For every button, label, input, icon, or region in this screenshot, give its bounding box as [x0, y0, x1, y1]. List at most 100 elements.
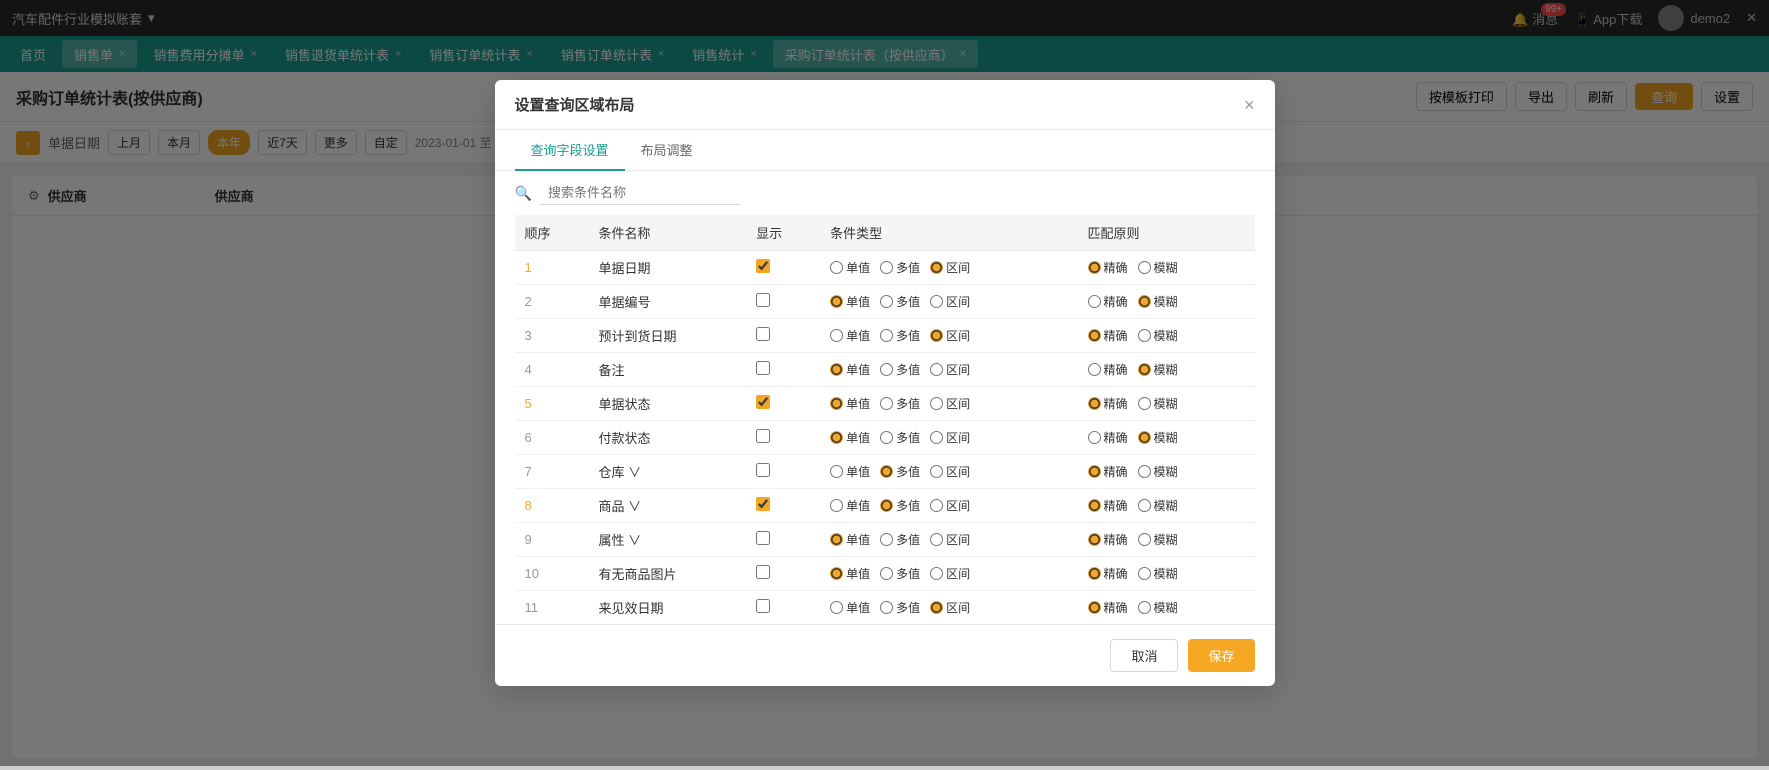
type-option-单值[interactable]: 单值: [830, 293, 870, 310]
row-type: 单值多值区间: [820, 523, 1077, 557]
table-row: 4备注单值多值区间精确模糊: [515, 353, 1255, 387]
match-option-模糊[interactable]: 模糊: [1138, 497, 1178, 514]
table-row: 8商品 ∨单值多值区间精确模糊: [515, 489, 1255, 523]
display-checkbox[interactable]: [756, 361, 770, 375]
match-option-模糊[interactable]: 模糊: [1138, 259, 1178, 276]
match-option-精确[interactable]: 精确: [1088, 565, 1128, 582]
type-option-区间[interactable]: 区间: [930, 395, 970, 412]
row-order: 5: [515, 387, 589, 421]
match-option-精确[interactable]: 精确: [1088, 497, 1128, 514]
match-option-模糊[interactable]: 模糊: [1138, 463, 1178, 480]
type-option-单值[interactable]: 单值: [830, 565, 870, 582]
match-option-模糊[interactable]: 模糊: [1138, 293, 1178, 310]
cancel-btn[interactable]: 取消: [1110, 639, 1178, 672]
type-option-单值[interactable]: 单值: [830, 429, 870, 446]
type-option-区间[interactable]: 区间: [930, 599, 970, 616]
type-option-区间[interactable]: 区间: [930, 259, 970, 276]
type-option-单值[interactable]: 单值: [830, 599, 870, 616]
row-order: 2: [515, 285, 589, 319]
row-type: 单值多值区间: [820, 591, 1077, 625]
modal-tab-layout[interactable]: 布局调整: [625, 130, 709, 171]
match-option-精确[interactable]: 精确: [1088, 361, 1128, 378]
display-checkbox[interactable]: [756, 259, 770, 273]
row-match: 精确模糊: [1078, 523, 1255, 557]
type-option-单值[interactable]: 单值: [830, 463, 870, 480]
type-option-区间[interactable]: 区间: [930, 293, 970, 310]
match-option-模糊[interactable]: 模糊: [1138, 599, 1178, 616]
type-option-多值[interactable]: 多值: [880, 395, 920, 412]
modal-tab-query-fields[interactable]: 查询字段设置: [515, 130, 625, 171]
row-type: 单值多值区间: [820, 557, 1077, 591]
type-option-区间[interactable]: 区间: [930, 361, 970, 378]
table-row: 5单据状态单值多值区间精确模糊: [515, 387, 1255, 421]
display-checkbox[interactable]: [756, 463, 770, 477]
th-order: 顺序: [515, 215, 589, 251]
match-option-精确[interactable]: 精确: [1088, 531, 1128, 548]
match-option-精确[interactable]: 精确: [1088, 599, 1128, 616]
match-option-模糊[interactable]: 模糊: [1138, 531, 1178, 548]
save-btn[interactable]: 保存: [1188, 639, 1254, 672]
match-option-精确[interactable]: 精确: [1088, 327, 1128, 344]
modal-footer: 取消 保存: [495, 624, 1275, 686]
table-row: 11来见效日期单值多值区间精确模糊: [515, 591, 1255, 625]
modal-search-area: 🔍: [495, 171, 1275, 215]
type-option-区间[interactable]: 区间: [930, 463, 970, 480]
type-option-多值[interactable]: 多值: [880, 293, 920, 310]
display-checkbox[interactable]: [756, 531, 770, 545]
type-option-多值[interactable]: 多值: [880, 565, 920, 582]
row-type: 单值多值区间: [820, 251, 1077, 285]
type-option-区间[interactable]: 区间: [930, 497, 970, 514]
row-type: 单值多值区间: [820, 489, 1077, 523]
type-option-单值[interactable]: 单值: [830, 327, 870, 344]
table-row: 10有无商品图片单值多值区间精确模糊: [515, 557, 1255, 591]
table-row: 9属性 ∨单值多值区间精确模糊: [515, 523, 1255, 557]
display-checkbox[interactable]: [756, 327, 770, 341]
row-display: [746, 489, 820, 523]
type-option-多值[interactable]: 多值: [880, 531, 920, 548]
type-option-区间[interactable]: 区间: [930, 429, 970, 446]
match-option-精确[interactable]: 精确: [1088, 293, 1128, 310]
type-option-区间[interactable]: 区间: [930, 531, 970, 548]
display-checkbox[interactable]: [756, 599, 770, 613]
row-name: 属性 ∨: [589, 523, 747, 557]
display-checkbox[interactable]: [756, 293, 770, 307]
row-match: 精确模糊: [1078, 285, 1255, 319]
type-option-多值[interactable]: 多值: [880, 259, 920, 276]
row-name: 付款状态: [589, 421, 747, 455]
th-display: 显示: [746, 215, 820, 251]
type-option-单值[interactable]: 单值: [830, 259, 870, 276]
search-condition-input[interactable]: [540, 181, 740, 205]
type-option-单值[interactable]: 单值: [830, 497, 870, 514]
table-row: 1单据日期单值多值区间精确模糊: [515, 251, 1255, 285]
row-display: [746, 387, 820, 421]
match-option-精确[interactable]: 精确: [1088, 395, 1128, 412]
match-option-精确[interactable]: 精确: [1088, 429, 1128, 446]
table-row: 7仓库 ∨单值多值区间精确模糊: [515, 455, 1255, 489]
match-option-模糊[interactable]: 模糊: [1138, 327, 1178, 344]
type-option-区间[interactable]: 区间: [930, 565, 970, 582]
type-option-多值[interactable]: 多值: [880, 497, 920, 514]
match-option-精确[interactable]: 精确: [1088, 259, 1128, 276]
type-option-多值[interactable]: 多值: [880, 429, 920, 446]
display-checkbox[interactable]: [756, 395, 770, 409]
modal-close-btn[interactable]: ×: [1244, 96, 1255, 114]
match-option-模糊[interactable]: 模糊: [1138, 565, 1178, 582]
type-option-多值[interactable]: 多值: [880, 361, 920, 378]
type-option-单值[interactable]: 单值: [830, 395, 870, 412]
type-option-单值[interactable]: 单值: [830, 361, 870, 378]
match-option-模糊[interactable]: 模糊: [1138, 361, 1178, 378]
match-option-模糊[interactable]: 模糊: [1138, 429, 1178, 446]
type-option-多值[interactable]: 多值: [880, 327, 920, 344]
match-option-模糊[interactable]: 模糊: [1138, 395, 1178, 412]
type-option-区间[interactable]: 区间: [930, 327, 970, 344]
display-checkbox[interactable]: [756, 429, 770, 443]
type-option-多值[interactable]: 多值: [880, 599, 920, 616]
display-checkbox[interactable]: [756, 497, 770, 511]
match-option-精确[interactable]: 精确: [1088, 463, 1128, 480]
row-match: 精确模糊: [1078, 455, 1255, 489]
type-option-单值[interactable]: 单值: [830, 531, 870, 548]
display-checkbox[interactable]: [756, 565, 770, 579]
modal-header: 设置查询区域布局 ×: [495, 80, 1275, 130]
row-order: 4: [515, 353, 589, 387]
type-option-多值[interactable]: 多值: [880, 463, 920, 480]
